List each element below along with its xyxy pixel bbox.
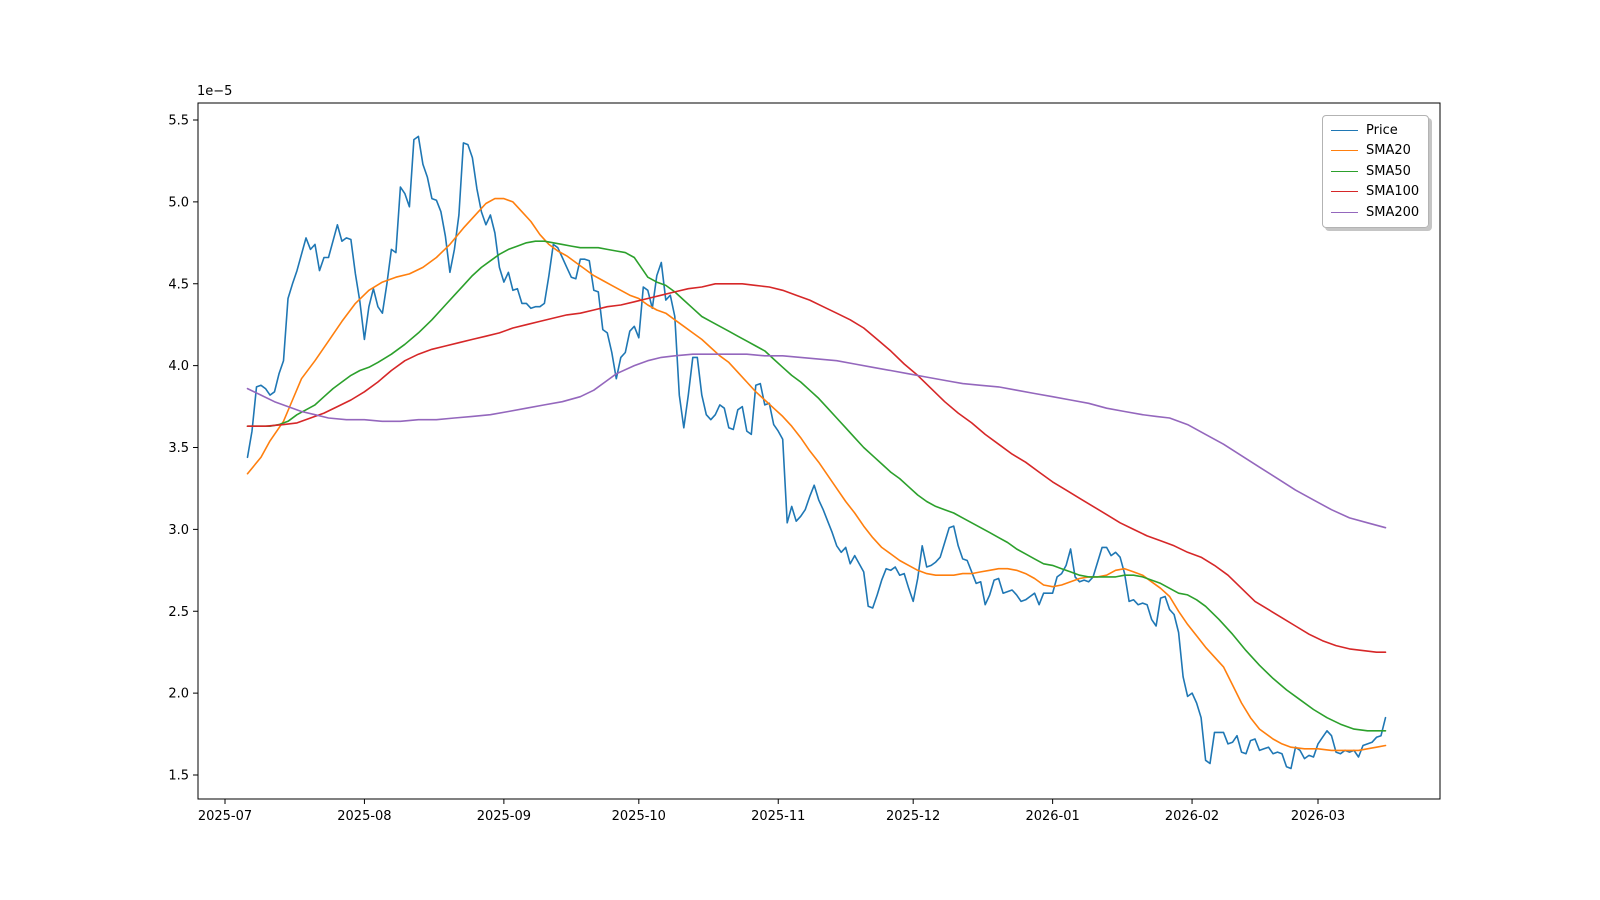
x-tick-label: 2025-10 (612, 809, 666, 824)
price-line (246, 135, 1387, 770)
legend-label: Price (1366, 122, 1398, 138)
sma20-line (246, 197, 1387, 752)
legend-line-sample-sma20 (1331, 150, 1358, 152)
legend-line-sample-sma200 (1331, 211, 1358, 213)
x-tick-label: 2025-11 (751, 809, 805, 824)
axis-tick-labels: 1.5 2.0 2.5 3.0 3.5 4.0 4.5 5.0 5.5 2025-07 2025-0… (168, 114, 1345, 825)
x-tick-label: 2025-07 (198, 809, 252, 824)
y-tick-label: 4.0 (168, 359, 189, 374)
legend-item-sma50: SMA50 (1331, 161, 1419, 182)
legend-item-sma20: SMA20 (1331, 141, 1419, 162)
legend-item-sma200: SMA200 (1331, 202, 1419, 223)
x-tick-label: 2025-09 (477, 809, 531, 824)
legend-item-sma100: SMA100 (1331, 182, 1419, 203)
sma200-line (246, 353, 1387, 529)
x-tick-label: 2025-08 (337, 809, 391, 824)
y-tick-label: 2.0 (168, 687, 189, 702)
y-tick-label: 4.5 (168, 277, 189, 292)
x-tick-label: 2026-02 (1165, 809, 1219, 824)
legend-label: SMA100 (1366, 184, 1420, 200)
y-tick-label: 5.5 (168, 114, 189, 129)
legend: Price SMA20 SMA50 SMA100 SMA200 (1322, 115, 1430, 228)
legend-line-sample-sma50 (1331, 170, 1358, 172)
x-tick-label: 2026-03 (1291, 809, 1345, 824)
x-tick-label: 2025-12 (886, 809, 940, 824)
y-tick-label: 2.5 (168, 605, 189, 620)
sma100-line (246, 282, 1387, 654)
y-tick-label: 3.5 (168, 441, 189, 456)
legend-label: SMA50 (1366, 163, 1411, 179)
axis-ticks (193, 119, 1319, 804)
legend-line-sample-price (1331, 129, 1358, 131)
legend-label: SMA200 (1366, 204, 1420, 220)
plot-border (197, 102, 1441, 800)
x-tick-label: 2026-01 (1025, 809, 1079, 824)
y-axis-offset-label: 1e−5 (197, 84, 233, 99)
y-tick-label: 3.0 (168, 523, 189, 538)
legend-label: SMA20 (1366, 143, 1411, 159)
legend-item-price: Price (1331, 120, 1419, 141)
figure: 1.5 2.0 2.5 3.0 3.5 4.0 4.5 5.0 5.5 2025-07 2025-0… (0, 0, 1600, 900)
y-tick-label: 1.5 (168, 769, 189, 784)
legend-line-sample-sma100 (1331, 191, 1358, 193)
y-tick-label: 5.0 (168, 195, 189, 210)
